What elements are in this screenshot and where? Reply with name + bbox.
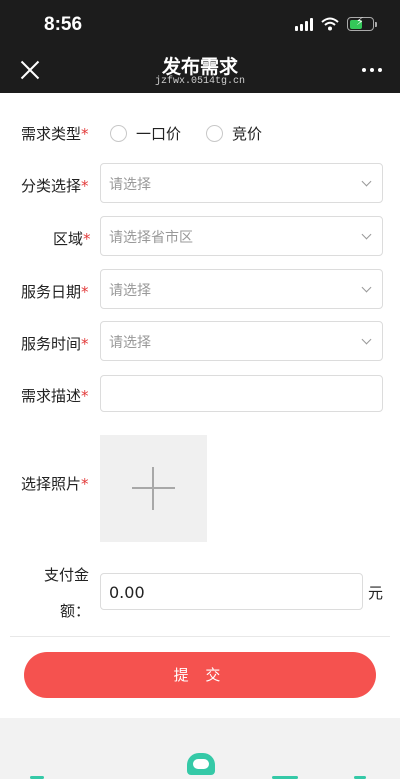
- service-time-placeholder: 请选择: [109, 335, 151, 351]
- divider: [10, 636, 390, 637]
- more-icon[interactable]: [362, 68, 382, 72]
- category-placeholder: 请选择: [109, 177, 151, 193]
- chevron-down-icon: [361, 176, 372, 187]
- wifi-icon: [321, 17, 339, 31]
- amount-label-line2: 额：: [60, 602, 91, 620]
- service-date-label: 服务日期*: [21, 283, 89, 301]
- service-time-select[interactable]: 请选择: [100, 321, 383, 361]
- signal-icon: [295, 17, 313, 31]
- status-icons: ⚡: [295, 15, 377, 31]
- status-bar: 8:56 ⚡: [0, 0, 400, 50]
- radio-fixed-price-label[interactable]: 一口价: [136, 123, 181, 144]
- service-date-select[interactable]: 请选择: [100, 269, 383, 309]
- submit-button[interactable]: 提 交: [24, 652, 376, 698]
- category-select[interactable]: 请选择: [100, 163, 383, 203]
- radio-fixed-price[interactable]: [110, 125, 127, 142]
- chevron-down-icon: [361, 334, 372, 345]
- page-title: 发布需求: [161, 56, 238, 78]
- amount-value: 0.00: [109, 583, 145, 602]
- radio-bidding-label[interactable]: 竞价: [232, 123, 262, 144]
- customer-service-icon[interactable]: [181, 753, 221, 779]
- page-domain: jzfwx.0514tg.cn: [154, 76, 245, 87]
- region-placeholder: 请选择省市区: [109, 230, 193, 246]
- region-select[interactable]: 请选择省市区: [100, 216, 383, 256]
- bottom-area: [0, 718, 400, 779]
- nav-bar: 发布需求 jzfwx.0514tg.cn: [0, 50, 400, 93]
- category-label: 分类选择*: [21, 177, 89, 195]
- description-input[interactable]: [100, 375, 383, 412]
- radio-bidding[interactable]: [206, 125, 223, 142]
- amount-input[interactable]: 0.00: [100, 573, 363, 610]
- chevron-down-icon: [361, 282, 372, 293]
- amount-label-line1: 支付金: [44, 566, 90, 584]
- status-time: 8:56: [44, 14, 83, 35]
- service-time-label: 服务时间*: [21, 335, 89, 353]
- region-label: 区域*: [53, 230, 91, 248]
- service-date-placeholder: 请选择: [109, 283, 151, 299]
- demand-form: 需求类型* 一口价 竞价 分类选择* 请选择 区域* 请选择省市区 服务日期* …: [0, 93, 400, 718]
- chevron-down-icon: [361, 229, 372, 240]
- amount-unit: 元: [368, 584, 384, 602]
- add-photo-button[interactable]: [100, 435, 207, 542]
- description-label: 需求描述*: [21, 387, 89, 405]
- photo-label: 选择照片*: [21, 475, 89, 493]
- battery-icon: ⚡: [347, 15, 377, 31]
- demand-type-label: 需求类型*: [21, 125, 89, 143]
